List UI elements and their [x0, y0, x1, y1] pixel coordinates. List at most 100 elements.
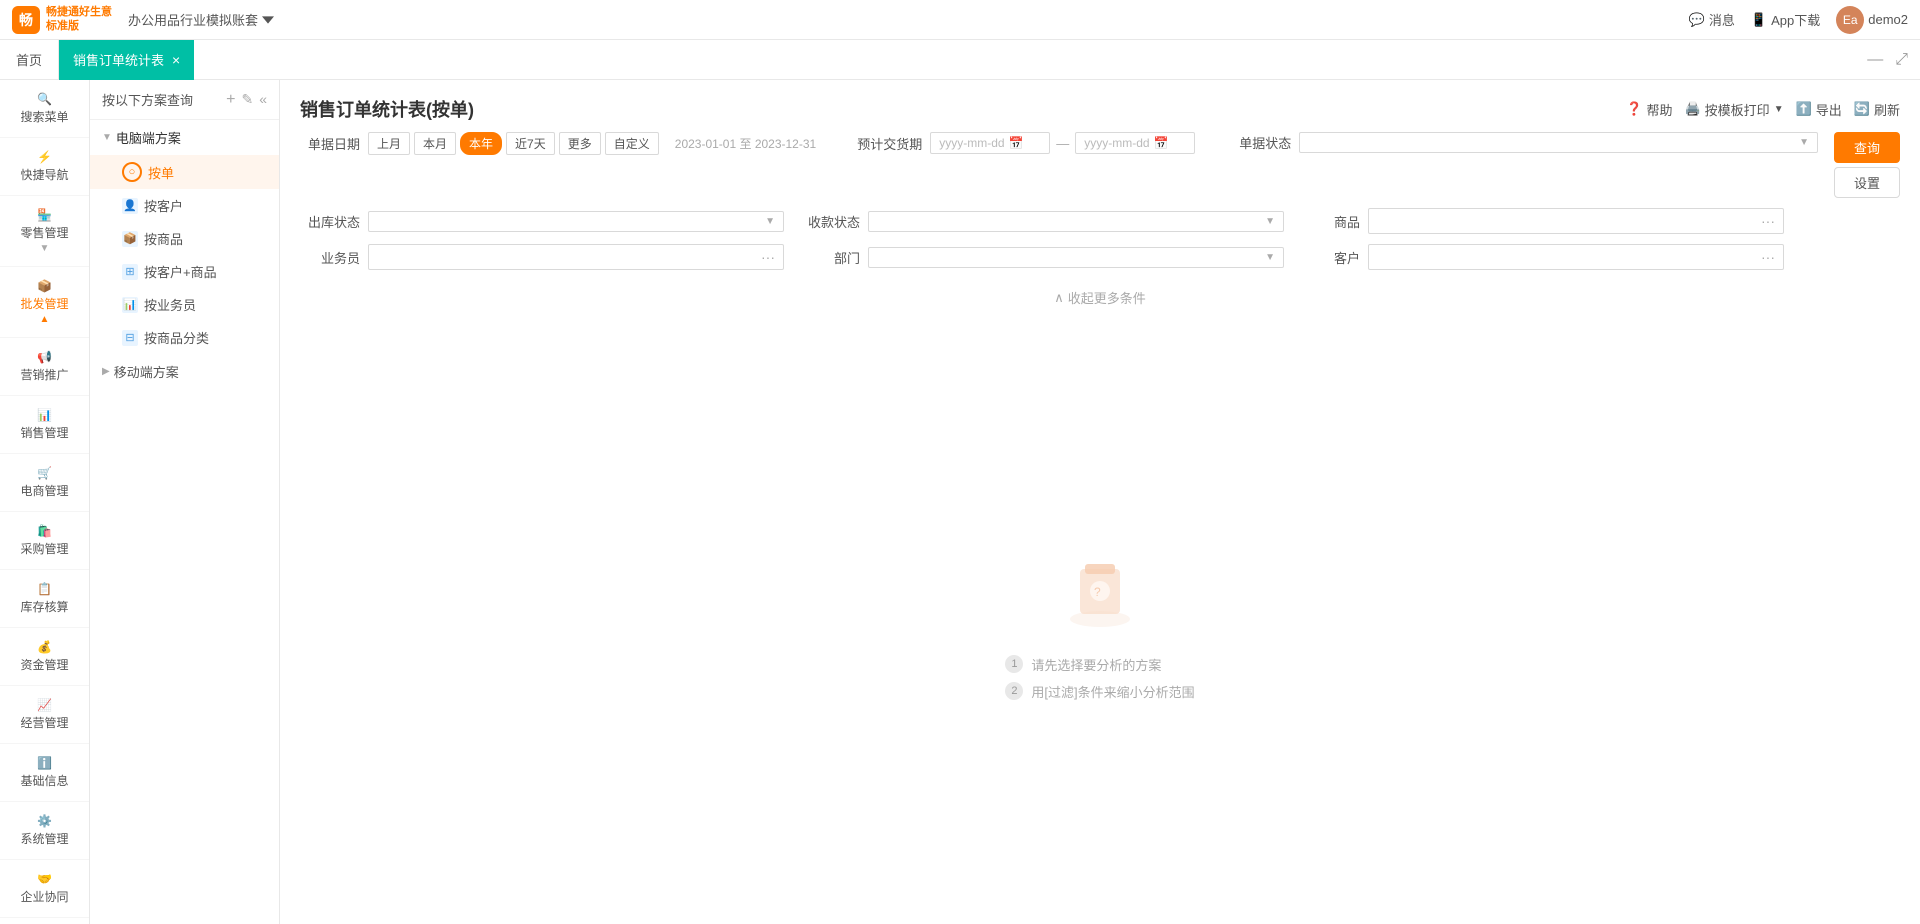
date-last-7-days[interactable]: 近7天	[506, 132, 555, 155]
tab-home[interactable]: 首页	[0, 40, 59, 80]
filter-date-item: 单据日期 上月 本月 本年 近7天 更多 自定义 2023-01-01 至 20…	[300, 132, 816, 155]
print-icon: 🖨️	[1684, 101, 1700, 117]
sidebar-item-collab[interactable]: 🤝 企业协同	[0, 860, 89, 918]
empty-tip-2: 2 用[过滤]条件来缩小分析范围	[1005, 682, 1194, 701]
help-btn[interactable]: ❓ 帮助	[1626, 100, 1672, 119]
calendar-end-icon: 📅	[1154, 136, 1169, 150]
empty-tip-1: 1 请先选择要分析的方案	[1005, 655, 1194, 674]
message-icon: 💬	[1689, 12, 1705, 28]
date-input-group: yyyy-mm-dd 📅 — yyyy-mm-dd 📅	[930, 132, 1195, 154]
sidebar-item-ecommerce[interactable]: 🛒 电商管理	[0, 454, 89, 512]
dept-select[interactable]: ▼	[868, 247, 1284, 268]
sidebar-item-guide[interactable]: 🎯 新手引导	[0, 918, 89, 924]
date-label: 单据日期	[300, 134, 360, 153]
minimize-icon[interactable]: —	[1867, 51, 1883, 69]
delivery-select[interactable]: ▼	[368, 211, 784, 232]
scheme-item-by-customer[interactable]: 👤 按客户	[90, 189, 279, 222]
date-this-year[interactable]: 本年	[460, 132, 502, 155]
sidebar-item-finance[interactable]: 💰 资金管理	[0, 628, 89, 686]
refresh-btn[interactable]: 🔄 刷新	[1854, 100, 1900, 119]
template-print-btn[interactable]: 🖨️ 按模板打印 ▼	[1684, 100, 1783, 119]
sidebar-item-operations[interactable]: 📈 经营管理	[0, 686, 89, 744]
scheme-item-by-goods[interactable]: 📦 按商品	[90, 222, 279, 255]
app-download-btn[interactable]: 📱 App下载	[1751, 10, 1820, 29]
scheme-item-by-customer-goods[interactable]: ⊞ 按客户+商品	[90, 255, 279, 288]
by-customer-goods-icon: ⊞	[122, 264, 138, 280]
sidebar-item-sales[interactable]: 📊 销售管理	[0, 396, 89, 454]
sidebar-item-wholesale[interactable]: 📦 批发管理 ▲	[0, 267, 89, 338]
tab-sales-statistics[interactable]: 销售订单统计表 ×	[59, 40, 194, 80]
user-menu[interactable]: Ea demo2	[1836, 6, 1908, 34]
collapse-panel-icon[interactable]: «	[259, 91, 267, 109]
left-panel-header: 按以下方案查询 + ✎ «	[90, 80, 279, 120]
sidebar-item-search[interactable]: 🔍 搜索菜单	[0, 80, 89, 138]
sidebar-item-system[interactable]: ⚙️ 系统管理	[0, 802, 89, 860]
pc-group-arrow-icon: ▼	[102, 132, 112, 143]
delivery-arrow-icon: ▼	[765, 216, 775, 227]
date-shortcuts: 上月 本月 本年 近7天 更多 自定义	[368, 132, 659, 155]
sidebar-item-basic[interactable]: ℹ️ 基础信息	[0, 744, 89, 802]
retail-arrow-icon: ▼	[40, 243, 50, 254]
edit-scheme-icon[interactable]: ✎	[241, 91, 253, 109]
add-scheme-icon[interactable]: +	[226, 91, 235, 109]
date-end-input[interactable]: yyyy-mm-dd 📅	[1075, 132, 1195, 154]
operations-icon: 📈	[37, 698, 52, 712]
sales-icon: 📊	[37, 408, 52, 422]
filter-dept-item: 部门 ▼	[800, 247, 1284, 268]
dept-label: 部门	[800, 248, 860, 267]
calendar-start-icon: 📅	[1009, 136, 1024, 150]
date-range-display: 2023-01-01 至 2023-12-31	[675, 135, 816, 152]
sidebar-item-shortcuts[interactable]: ⚡ 快捷导航	[0, 138, 89, 196]
date-start-input[interactable]: yyyy-mm-dd 📅	[930, 132, 1050, 154]
refresh-icon: 🔄	[1854, 101, 1870, 117]
customer-label: 客户	[1300, 248, 1360, 267]
scheme-item-by-category[interactable]: ⊟ 按商品分类	[90, 321, 279, 354]
sidebar-item-retail[interactable]: 🏪 零售管理 ▼	[0, 196, 89, 267]
left-panel-title: 按以下方案查询	[102, 90, 193, 109]
pc-group-header[interactable]: ▼ 电脑端方案	[90, 120, 279, 155]
by-bill-icon: ○	[122, 162, 142, 182]
sidebar-item-inventory[interactable]: 📋 库存核算	[0, 570, 89, 628]
filter-bill-status-item: 单据状态 ▼	[1231, 132, 1818, 153]
scheme-item-by-bill[interactable]: ○ 按单	[90, 155, 279, 189]
collapse-button[interactable]: ∧ 收起更多条件	[1054, 288, 1146, 307]
date-last-month[interactable]: 上月	[368, 132, 410, 155]
goods-select[interactable]: ···	[1368, 208, 1784, 234]
filter-delivery-item: 出库状态 ▼	[300, 211, 784, 232]
retail-icon: 🏪	[37, 208, 52, 222]
query-button[interactable]: 查询	[1834, 132, 1900, 163]
org-selector[interactable]: 办公用品行业模拟账套	[128, 10, 274, 29]
date-custom[interactable]: 自定义	[605, 132, 659, 155]
collection-select[interactable]: ▼	[868, 211, 1284, 232]
inventory-icon: 📋	[37, 582, 52, 596]
export-btn[interactable]: ⬆️ 导出	[1796, 100, 1842, 119]
by-goods-icon: 📦	[122, 231, 138, 247]
salesperson-select[interactable]: ···	[368, 244, 784, 270]
logo: 畅 畅捷通好生意 标准版	[12, 6, 112, 34]
mobile-group-header[interactable]: ▶ 移动端方案	[90, 354, 279, 389]
sidebar-item-purchase[interactable]: 🛍️ 采购管理	[0, 512, 89, 570]
message-btn[interactable]: 💬 消息	[1689, 10, 1735, 29]
customer-select[interactable]: ···	[1368, 244, 1784, 270]
maximize-icon[interactable]: ⤢	[1895, 51, 1908, 69]
bill-status-select[interactable]: ▼	[1299, 132, 1818, 153]
collapse-bar[interactable]: ∧ 收起更多条件	[280, 280, 1920, 315]
tab-close-icon[interactable]: ×	[172, 53, 180, 67]
page-header: 销售订单统计表(按单) ❓ 帮助 🖨️ 按模板打印 ▼ ⬆️ 导出	[280, 80, 1920, 122]
settings-button[interactable]: 设置	[1834, 167, 1900, 198]
filter-goods-item: 商品 ···	[1300, 208, 1784, 234]
collab-icon: 🤝	[37, 872, 52, 886]
date-this-month[interactable]: 本月	[414, 132, 456, 155]
tip-num-1: 1	[1005, 655, 1023, 673]
date-more[interactable]: 更多	[559, 132, 601, 155]
scheme-list: ▼ 电脑端方案 ○ 按单 👤 按客户 📦 按商品 ⊞	[90, 120, 279, 924]
empty-illustration: ?	[1050, 539, 1150, 639]
salesperson-label: 业务员	[300, 248, 360, 267]
scheme-item-by-salesperson[interactable]: 📊 按业务员	[90, 288, 279, 321]
sidebar-item-marketing[interactable]: 📢 营销推广	[0, 338, 89, 396]
by-customer-icon: 👤	[122, 198, 138, 214]
export-icon: ⬆️	[1796, 101, 1812, 117]
wholesale-arrow-icon: ▲	[40, 314, 50, 325]
help-icon: ❓	[1626, 101, 1642, 117]
delivery-label: 出库状态	[300, 212, 360, 231]
